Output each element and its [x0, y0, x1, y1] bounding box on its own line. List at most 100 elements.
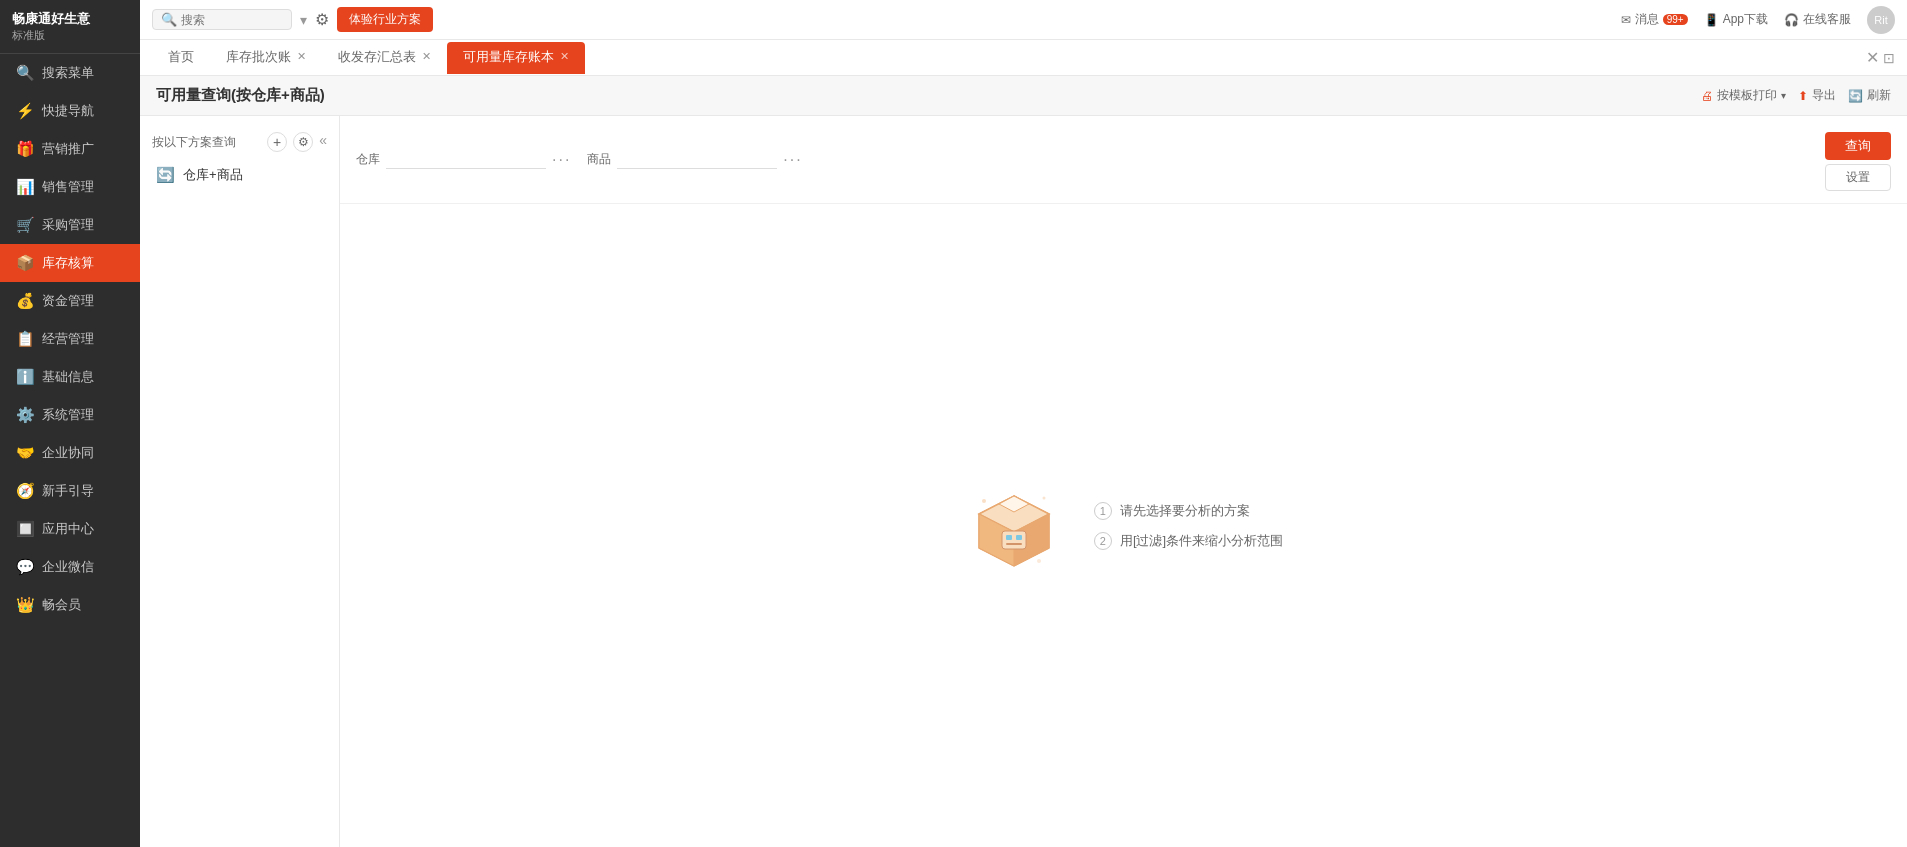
sidebar-item-shortcut[interactable]: ⚡ 快捷导航: [0, 92, 140, 130]
warehouse-dots-button[interactable]: ···: [552, 151, 571, 169]
print-template-label: 按模板打印: [1717, 87, 1777, 104]
message-icon: ✉: [1621, 13, 1631, 27]
app-download-button[interactable]: 📱 App下载: [1704, 11, 1768, 28]
sidebar-header: 畅康通好生意 标准版: [0, 0, 140, 54]
sidebar-item-sales[interactable]: 📊 销售管理: [0, 168, 140, 206]
user-avatar[interactable]: Rit: [1867, 6, 1895, 34]
svg-rect-6: [1006, 535, 1012, 540]
filter-scheme-item[interactable]: 🔄 仓库+商品: [140, 158, 339, 192]
print-template-button[interactable]: 🖨 按模板打印 ▾: [1701, 87, 1786, 104]
sidebar: 畅康通好生意 标准版 🔍 搜索菜单 ⚡ 快捷导航 🎁 营销推广 📊 销售管理 🛒…: [0, 0, 140, 847]
filter-panel: 按以下方案查询 + ⚙ « 🔄 仓库+商品: [140, 116, 340, 847]
sidebar-item-enterprise-wechat[interactable]: 💬 企业微信: [0, 548, 140, 586]
message-button[interactable]: ✉ 消息 99+: [1621, 11, 1688, 28]
sidebar-item-label: 采购管理: [42, 216, 94, 234]
sidebar-scroll: 🔍 搜索菜单 ⚡ 快捷导航 🎁 营销推广 📊 销售管理 🛒 采购管理 📦 库存核…: [0, 54, 140, 847]
sidebar-item-basic-info[interactable]: ℹ️ 基础信息: [0, 358, 140, 396]
tab-batch-ledger[interactable]: 库存批次账 ✕: [210, 42, 322, 74]
close-icon[interactable]: ✕: [422, 50, 431, 63]
warehouse-label: 仓库: [356, 151, 380, 168]
warehouse-filter-field: 仓库 ···: [356, 150, 571, 169]
svg-rect-8: [1006, 543, 1022, 545]
filter-setting-button[interactable]: ⚙: [293, 132, 313, 152]
app-icon: 🔲: [16, 520, 34, 538]
goods-dots-button[interactable]: ···: [783, 151, 802, 169]
sidebar-item-system[interactable]: ⚙️ 系统管理: [0, 396, 140, 434]
tabbar-actions: ✕ ⊡: [1866, 48, 1895, 67]
funds-icon: 💰: [16, 292, 34, 310]
info-icon: ℹ️: [16, 368, 34, 386]
sidebar-item-inventory[interactable]: 📦 库存核算: [0, 244, 140, 282]
settings-button[interactable]: 设置: [1825, 164, 1891, 191]
sidebar-item-label: 新手引导: [42, 482, 94, 500]
ops-icon: 📋: [16, 330, 34, 348]
print-icon: 🖨: [1701, 89, 1713, 103]
filter-collapse-button[interactable]: «: [319, 132, 327, 152]
sidebar-item-label: 企业协同: [42, 444, 94, 462]
sidebar-item-label: 系统管理: [42, 406, 94, 424]
query-button[interactable]: 查询: [1825, 132, 1891, 160]
export-button[interactable]: ⬆ 导出: [1798, 87, 1836, 104]
topbar-right: ✉ 消息 99+ 📱 App下载 🎧 在线客服 Rit: [1621, 6, 1895, 34]
sidebar-item-label: 应用中心: [42, 520, 94, 538]
crown-icon: 👑: [16, 596, 34, 614]
tab-recv-label: 收发存汇总表: [338, 48, 416, 66]
query-filters: 仓库 ··· 商品 ··· 查询 设置: [340, 116, 1907, 204]
sidebar-item-label: 快捷导航: [42, 102, 94, 120]
online-service-button[interactable]: 🎧 在线客服: [1784, 11, 1851, 28]
tab-available-label: 可用量库存账本: [463, 48, 554, 66]
tabbar-expand-button[interactable]: ⊡: [1883, 50, 1895, 66]
tab-available-inventory[interactable]: 可用量库存账本 ✕: [447, 42, 585, 74]
topbar-gear-icon[interactable]: ⚙: [315, 10, 329, 29]
empty-icon: [964, 476, 1064, 576]
wechat-icon: 💬: [16, 558, 34, 576]
warehouse-input[interactable]: [386, 150, 546, 169]
sidebar-item-ops[interactable]: 📋 经营管理: [0, 320, 140, 358]
topbar-dropdown-icon[interactable]: ▾: [300, 12, 307, 28]
tabbar-close-button[interactable]: ✕: [1866, 48, 1879, 67]
sidebar-item-label: 销售管理: [42, 178, 94, 196]
tabbar: 首页 库存批次账 ✕ 收发存汇总表 ✕ 可用量库存账本 ✕ ✕ ⊡: [140, 40, 1907, 76]
message-badge: 99+: [1663, 14, 1688, 25]
scheme-icon: 🔄: [156, 166, 175, 184]
sidebar-item-member[interactable]: 👑 畅会员: [0, 586, 140, 624]
mobile-icon: 📱: [1704, 13, 1719, 27]
sidebar-item-app-center[interactable]: 🔲 应用中心: [0, 510, 140, 548]
export-label: 导出: [1812, 87, 1836, 104]
gear-icon: ⚙️: [16, 406, 34, 424]
sidebar-item-search[interactable]: 🔍 搜索菜单: [0, 54, 140, 92]
refresh-button[interactable]: 🔄 刷新: [1848, 87, 1891, 104]
close-icon[interactable]: ✕: [297, 50, 306, 63]
sidebar-item-label: 营销推广: [42, 140, 94, 158]
topbar-search-input[interactable]: [181, 13, 261, 27]
svg-rect-5: [1002, 531, 1026, 549]
hint-item-2: 2 用[过滤]条件来缩小分析范围: [1094, 532, 1283, 550]
sidebar-item-enterprise-collab[interactable]: 🤝 企业协同: [0, 434, 140, 472]
goods-input[interactable]: [617, 150, 777, 169]
chevron-down-icon[interactable]: ▾: [1781, 90, 1786, 101]
svg-point-11: [1037, 559, 1041, 563]
tab-home[interactable]: 首页: [152, 42, 210, 74]
query-area: 仓库 ··· 商品 ··· 查询 设置: [340, 116, 1907, 847]
tab-recv-inventory[interactable]: 收发存汇总表 ✕: [322, 42, 447, 74]
sidebar-item-newbie[interactable]: 🧭 新手引导: [0, 472, 140, 510]
sidebar-item-marketing[interactable]: 🎁 营销推广: [0, 130, 140, 168]
empty-state: 1 请先选择要分析的方案 2 用[过滤]条件来缩小分析范围: [340, 204, 1907, 847]
solution-button[interactable]: 体验行业方案: [337, 7, 433, 32]
sidebar-item-purchase[interactable]: 🛒 采购管理: [0, 206, 140, 244]
sidebar-item-funds[interactable]: 💰 资金管理: [0, 282, 140, 320]
close-icon[interactable]: ✕: [560, 50, 569, 63]
cart-icon: 🛒: [16, 216, 34, 234]
message-label: 消息: [1635, 11, 1659, 28]
main-content: 🔍 ▾ ⚙ 体验行业方案 ✉ 消息 99+ 📱 App下载 🎧 在线客服 Rit: [140, 0, 1907, 847]
page-title: 可用量查询(按仓库+商品): [156, 86, 325, 105]
online-service-label: 在线客服: [1803, 11, 1851, 28]
tab-home-label: 首页: [168, 48, 194, 66]
empty-box-svg: [964, 476, 1064, 576]
export-icon: ⬆: [1798, 89, 1808, 103]
filter-add-button[interactable]: +: [267, 132, 287, 152]
inventory-icon: 📦: [16, 254, 34, 272]
gift-icon: 🎁: [16, 140, 34, 158]
headset-icon: 🎧: [1784, 13, 1799, 27]
app-download-label: App下载: [1723, 11, 1768, 28]
